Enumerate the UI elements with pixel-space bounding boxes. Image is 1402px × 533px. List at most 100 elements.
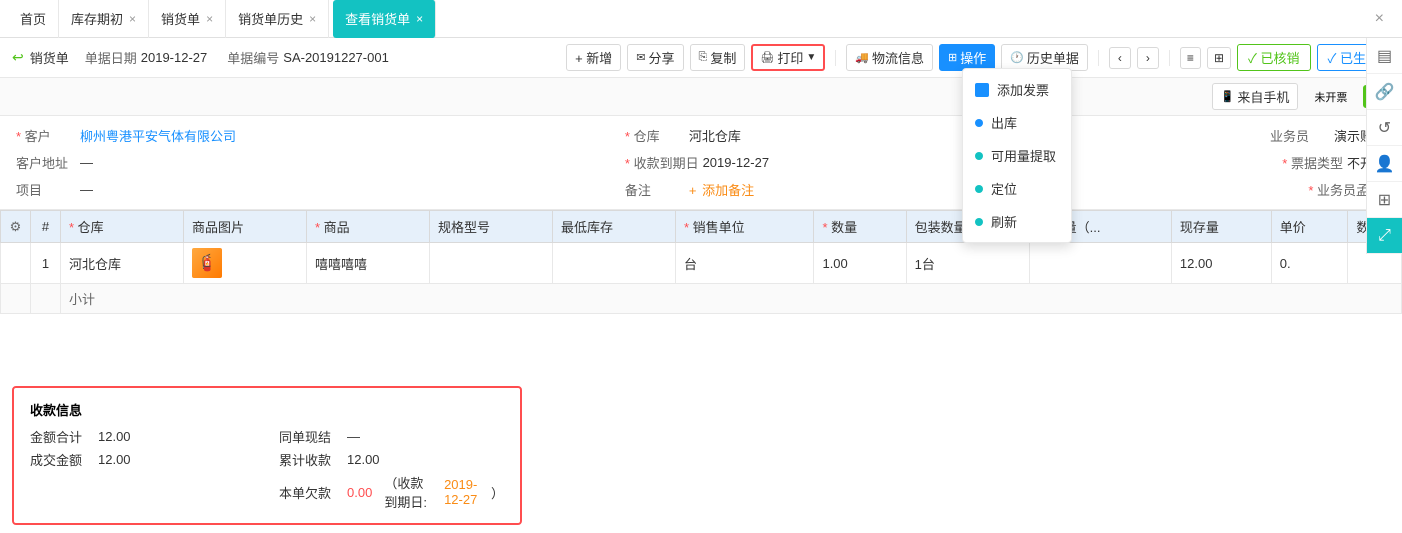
prev-button[interactable]: ‹ bbox=[1109, 47, 1131, 69]
deal-row: 成交金额 12.00 bbox=[30, 450, 255, 469]
refresh-icon bbox=[975, 218, 983, 226]
tab-view-sales[interactable]: 查看销货单 × bbox=[333, 0, 436, 38]
ticket-field: 票据类型 不开票 bbox=[1082, 153, 1386, 172]
row-no: 1 bbox=[31, 243, 61, 284]
arrears-label: 本单欠款 bbox=[279, 483, 339, 502]
view1-button[interactable]: ≡ bbox=[1180, 47, 1201, 69]
add-note-button[interactable]: + 添加备注 bbox=[689, 180, 754, 199]
payment-grid: 金额合计 12.00 同单现结 — 成交金额 12.00 累计收款 12.00 bbox=[30, 427, 504, 511]
tab-sales[interactable]: 销货单 × bbox=[149, 0, 226, 38]
invoice-icon bbox=[975, 83, 989, 97]
arrears-value: 0.00 bbox=[347, 485, 372, 500]
next-button[interactable]: › bbox=[1137, 47, 1159, 69]
toolbar2: 📱 来自手机 未开票 E bbox=[0, 78, 1402, 116]
total-label: 金额合计 bbox=[30, 427, 90, 446]
row-pack-qty: 1台 bbox=[906, 243, 1029, 284]
project-label: 项目 bbox=[16, 180, 76, 199]
total-row: 金额合计 12.00 bbox=[30, 427, 255, 446]
copy-button[interactable]: ⎘ 复制 bbox=[690, 44, 746, 71]
product-image: 🧯 bbox=[192, 248, 222, 278]
row-warehouse: 河北仓库 bbox=[61, 243, 184, 284]
doc-title: ↩ 销货单 bbox=[12, 48, 69, 67]
arrears-row: 本单欠款 0.00 （收款到期日: 2019-12-27 ） bbox=[279, 473, 504, 511]
col-qty: 数量 bbox=[814, 211, 906, 243]
history-button[interactable]: 🕐 历史单据 bbox=[1001, 44, 1088, 71]
payment-date-label: 收款到期日 bbox=[625, 153, 699, 172]
col-spec: 规格型号 bbox=[430, 211, 553, 243]
close-inventory-tab[interactable]: × bbox=[129, 12, 136, 26]
row-gear bbox=[1, 243, 31, 284]
row-qty: 1.00 bbox=[814, 243, 906, 284]
col-warehouse: 仓库 bbox=[61, 211, 184, 243]
arrears-note: （收款到期日: bbox=[384, 473, 432, 511]
total-value: 12.00 bbox=[98, 429, 131, 444]
doc-no-value: SA-20191227-001 bbox=[283, 50, 389, 65]
yihexiao-button[interactable]: ✓ 已核销 bbox=[1237, 44, 1311, 71]
sidebar-icon-2[interactable]: 🔗 bbox=[1367, 74, 1402, 110]
col-min-stock: 最低库存 bbox=[553, 211, 676, 243]
close-page-button[interactable]: × bbox=[1365, 10, 1394, 28]
locate-item[interactable]: 定位 bbox=[963, 172, 1071, 205]
doc-date-label: 单据日期 bbox=[85, 48, 137, 67]
right-sidebar: ▤ 🔗 ↺ 👤 ⊞ ⤢ bbox=[1366, 38, 1402, 254]
row-available bbox=[1029, 243, 1171, 284]
ticket-label: 票据类型 bbox=[1282, 153, 1343, 172]
row-image: 🧯 bbox=[184, 243, 307, 284]
available-icon bbox=[975, 152, 983, 160]
form-row-3: 项目 — 备注 + 添加备注 业务员孟 — bbox=[16, 180, 1386, 199]
tab-sales-history[interactable]: 销货单历史 × bbox=[226, 0, 329, 38]
payment-date-value: 2019-12-27 bbox=[703, 155, 770, 170]
col-unit-price: 单价 bbox=[1271, 211, 1348, 243]
doc-no-item: 单据编号 SA-20191227-001 bbox=[227, 48, 389, 67]
print-button[interactable]: 🖨 打印 ▼ bbox=[751, 44, 825, 71]
table-wrapper: ⚙ # 仓库 商品图片 商品 规格型号 最低库存 销售单位 数量 包装数量 可用… bbox=[0, 209, 1402, 378]
same-order-label: 同单现结 bbox=[279, 427, 339, 446]
sidebar-icon-1[interactable]: ▤ bbox=[1367, 38, 1402, 74]
col-no: # bbox=[31, 211, 61, 243]
project-field: 项目 — bbox=[16, 180, 625, 199]
doc-meta: 单据日期 2019-12-27 单据编号 SA-20191227-001 bbox=[85, 48, 389, 67]
col-unit: 销售单位 bbox=[676, 211, 814, 243]
gear-icon[interactable]: ⚙ bbox=[10, 219, 22, 234]
doc-no-label: 单据编号 bbox=[227, 48, 279, 67]
toolbar: + 新增 ✉ 分享 ⎘ 复制 🖨 打印 ▼ 🚚 物流信 bbox=[566, 44, 1390, 71]
col-gear: ⚙ bbox=[1, 211, 31, 243]
row-unit: 台 bbox=[676, 243, 814, 284]
deal-label: 成交金额 bbox=[30, 450, 90, 469]
sidebar-icon-3[interactable]: ↺ bbox=[1367, 110, 1402, 146]
tab-inventory[interactable]: 库存期初 × bbox=[59, 0, 149, 38]
available-qty-item[interactable]: 可用量提取 bbox=[963, 139, 1071, 172]
outbound-item[interactable]: 出库 bbox=[963, 106, 1071, 139]
arrears-date: 2019-12-27 bbox=[444, 477, 483, 507]
separator2 bbox=[1098, 50, 1099, 66]
salesperson-label: 业务员孟 bbox=[1308, 180, 1369, 199]
customer-value[interactable]: 柳州粤港平安气体有限公司 bbox=[80, 126, 236, 145]
separator bbox=[835, 50, 836, 66]
sidebar-icon-6[interactable]: ⤢ bbox=[1367, 218, 1402, 254]
laizishouji-button[interactable]: 📱 来自手机 bbox=[1212, 83, 1299, 110]
outbound-icon bbox=[975, 119, 983, 127]
sidebar-icon-5[interactable]: ⊞ bbox=[1367, 182, 1402, 218]
salesperson-field: 业务员孟 — bbox=[1082, 180, 1386, 199]
logistics-button[interactable]: 🚚 物流信息 bbox=[846, 44, 933, 71]
col-current-stock: 现存量 bbox=[1171, 211, 1271, 243]
tab-home[interactable]: 首页 bbox=[8, 0, 59, 38]
close-view-sales-tab[interactable]: × bbox=[416, 12, 423, 26]
customer-label: 客户 bbox=[16, 126, 76, 145]
doc-title-text: 销货单 bbox=[30, 48, 69, 67]
new-button[interactable]: + 新增 bbox=[566, 44, 621, 71]
form-row-2: 客户地址 — 收款到期日 2019-12-27 票据类型 不开票 bbox=[16, 153, 1386, 172]
sidebar-icon-4[interactable]: 👤 bbox=[1367, 146, 1402, 182]
close-sales-history-tab[interactable]: × bbox=[309, 12, 316, 26]
row-min-stock bbox=[553, 243, 676, 284]
operation-button[interactable]: ⊞ 操作 bbox=[939, 44, 995, 71]
add-invoice-item[interactable]: 添加发票 bbox=[963, 73, 1071, 106]
share-button[interactable]: ✉ 分享 bbox=[627, 44, 683, 71]
view2-button[interactable]: ⊞ bbox=[1207, 47, 1231, 69]
plus-icon: + bbox=[689, 183, 697, 198]
payment-title: 收款信息 bbox=[30, 400, 504, 419]
refresh-item[interactable]: 刷新 bbox=[963, 205, 1071, 238]
subtotal-gear bbox=[1, 284, 31, 314]
close-sales-tab[interactable]: × bbox=[206, 12, 213, 26]
same-order-value: — bbox=[347, 429, 360, 444]
